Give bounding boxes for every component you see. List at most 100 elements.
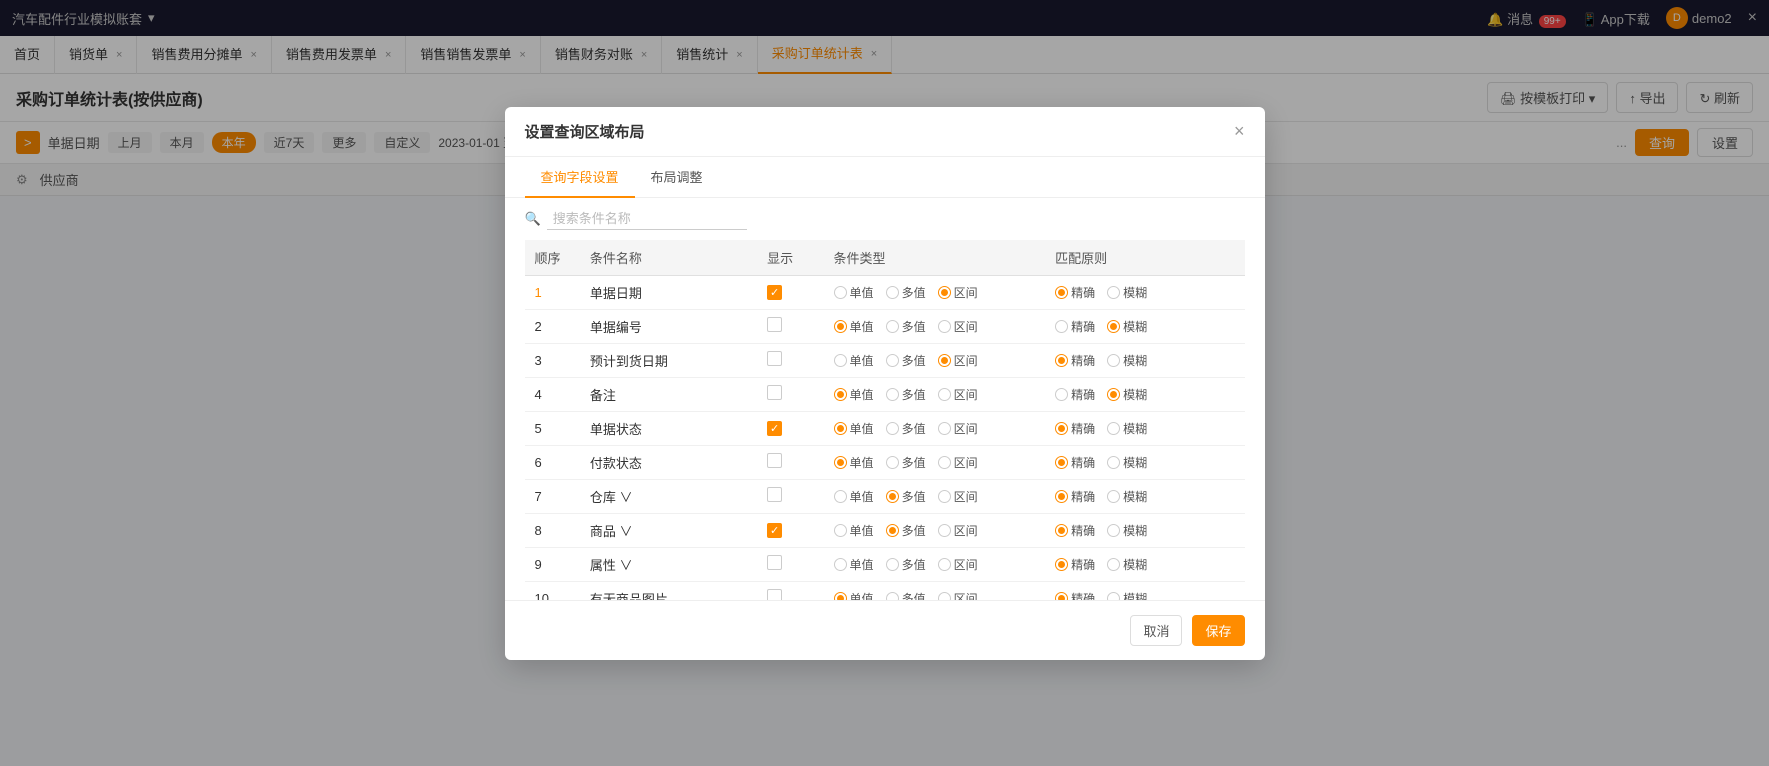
radio-circle [938, 422, 951, 435]
radio-type_range-4[interactable]: 区间 [938, 420, 978, 437]
radio-type_multi-2[interactable]: 多值 [886, 352, 926, 369]
radio-match_exact-3[interactable]: 精确 [1055, 386, 1095, 403]
cell-order: 7 [525, 479, 580, 513]
radio-type_multi-6[interactable]: 多值 [886, 488, 926, 505]
radio-label: 区间 [954, 318, 978, 335]
radio-type_single-3[interactable]: 单值 [834, 386, 874, 403]
condition-search-input[interactable] [547, 208, 747, 230]
show-checkbox[interactable]: ✓ [767, 523, 782, 538]
modal-close-button[interactable]: × [1234, 122, 1245, 140]
cell-show[interactable] [757, 343, 823, 377]
radio-type_multi-3[interactable]: 多值 [886, 386, 926, 403]
radio-label: 区间 [954, 386, 978, 403]
radio-match_exact-1[interactable]: 精确 [1055, 318, 1095, 335]
radio-type_range-6[interactable]: 区间 [938, 488, 978, 505]
radio-match_fuzzy-1[interactable]: 模糊 [1107, 318, 1147, 335]
radio-type_multi-4[interactable]: 多值 [886, 420, 926, 437]
radio-label: 区间 [954, 590, 978, 600]
cell-show[interactable]: ✓ [757, 411, 823, 445]
radio-match_fuzzy-9[interactable]: 模糊 [1107, 590, 1147, 600]
radio-type_range-0[interactable]: 区间 [938, 284, 978, 301]
cell-order: 2 [525, 309, 580, 343]
show-checkbox[interactable]: ✓ [767, 285, 782, 300]
radio-type_single-6[interactable]: 单值 [834, 488, 874, 505]
show-checkbox[interactable] [767, 385, 782, 400]
cell-show[interactable]: ✓ [757, 513, 823, 547]
radio-match_exact-4[interactable]: 精确 [1055, 420, 1095, 437]
modal-table-wrap: 顺序 条件名称 显示 条件类型 匹配原则 1单据日期✓ 单值 多值 区间 [505, 240, 1265, 600]
cell-type: 单值 多值 区间 [824, 547, 1046, 581]
show-checkbox[interactable] [767, 555, 782, 570]
radio-type_range-7[interactable]: 区间 [938, 522, 978, 539]
radio-type_range-3[interactable]: 区间 [938, 386, 978, 403]
radio-type_single-4[interactable]: 单值 [834, 420, 874, 437]
condition-name: 有无商品图片 [590, 592, 668, 600]
radio-match_exact-9[interactable]: 精确 [1055, 590, 1095, 600]
radio-type_single-5[interactable]: 单值 [834, 454, 874, 471]
cell-show[interactable] [757, 547, 823, 581]
cell-show[interactable] [757, 377, 823, 411]
table-row: 3预计到货日期 单值 多值 区间 精确 模糊 [525, 343, 1245, 377]
radio-type_single-0[interactable]: 单值 [834, 284, 874, 301]
show-checkbox[interactable] [767, 317, 782, 332]
radio-match_fuzzy-6[interactable]: 模糊 [1107, 488, 1147, 505]
radio-circle [938, 524, 951, 537]
radio-match_fuzzy-5[interactable]: 模糊 [1107, 454, 1147, 471]
show-checkbox[interactable] [767, 487, 782, 502]
cell-show[interactable] [757, 309, 823, 343]
radio-match_exact-5[interactable]: 精确 [1055, 454, 1095, 471]
table-row: 2单据编号 单值 多值 区间 精确 模糊 [525, 309, 1245, 343]
cell-name: 单据状态 [580, 411, 757, 445]
radio-match_fuzzy-4[interactable]: 模糊 [1107, 420, 1147, 437]
cell-show[interactable] [757, 445, 823, 479]
modal-tab-layout[interactable]: 布局调整 [635, 157, 719, 198]
cell-order: 4 [525, 377, 580, 411]
radio-match_exact-0[interactable]: 精确 [1055, 284, 1095, 301]
radio-match_exact-2[interactable]: 精确 [1055, 352, 1095, 369]
radio-type_multi-8[interactable]: 多值 [886, 556, 926, 573]
radio-match_exact-7[interactable]: 精确 [1055, 522, 1095, 539]
radio-type_range-8[interactable]: 区间 [938, 556, 978, 573]
order-number: 3 [535, 353, 542, 368]
show-checkbox[interactable] [767, 351, 782, 366]
radio-type_multi-0[interactable]: 多值 [886, 284, 926, 301]
radio-type_range-5[interactable]: 区间 [938, 454, 978, 471]
radio-type_multi-7[interactable]: 多值 [886, 522, 926, 539]
radio-circle [1055, 490, 1068, 503]
radio-type_multi-5[interactable]: 多值 [886, 454, 926, 471]
radio-label: 单值 [850, 352, 874, 369]
cell-show[interactable] [757, 581, 823, 600]
radio-type_single-8[interactable]: 单值 [834, 556, 874, 573]
radio-circle [938, 286, 951, 299]
radio-type_range-2[interactable]: 区间 [938, 352, 978, 369]
radio-match_fuzzy-7[interactable]: 模糊 [1107, 522, 1147, 539]
radio-type_single-9[interactable]: 单值 [834, 590, 874, 600]
radio-type_multi-1[interactable]: 多值 [886, 318, 926, 335]
radio-match_fuzzy-3[interactable]: 模糊 [1107, 386, 1147, 403]
save-button[interactable]: 保存 [1192, 615, 1244, 646]
cancel-button[interactable]: 取消 [1130, 615, 1182, 646]
cell-show[interactable]: ✓ [757, 275, 823, 309]
radio-circle [886, 286, 899, 299]
order-number: 9 [535, 557, 542, 572]
radio-type_single-1[interactable]: 单值 [834, 318, 874, 335]
radio-type_single-7[interactable]: 单值 [834, 522, 874, 539]
radio-match_exact-6[interactable]: 精确 [1055, 488, 1095, 505]
th-show: 显示 [757, 240, 823, 276]
radio-match_fuzzy-8[interactable]: 模糊 [1107, 556, 1147, 573]
show-checkbox[interactable]: ✓ [767, 421, 782, 436]
radio-type_range-9[interactable]: 区间 [938, 590, 978, 600]
cell-show[interactable] [757, 479, 823, 513]
radio-match_fuzzy-2[interactable]: 模糊 [1107, 352, 1147, 369]
radio-type_multi-9[interactable]: 多值 [886, 590, 926, 600]
radio-label: 精确 [1071, 522, 1095, 539]
show-checkbox[interactable] [767, 453, 782, 468]
cell-match: 精确 模糊 [1045, 479, 1244, 513]
radio-match_fuzzy-0[interactable]: 模糊 [1107, 284, 1147, 301]
radio-type_range-1[interactable]: 区间 [938, 318, 978, 335]
modal-tab-query-fields[interactable]: 查询字段设置 [525, 157, 635, 198]
radio-label: 多值 [902, 318, 926, 335]
radio-type_single-2[interactable]: 单值 [834, 352, 874, 369]
radio-match_exact-8[interactable]: 精确 [1055, 556, 1095, 573]
show-checkbox[interactable] [767, 589, 782, 600]
